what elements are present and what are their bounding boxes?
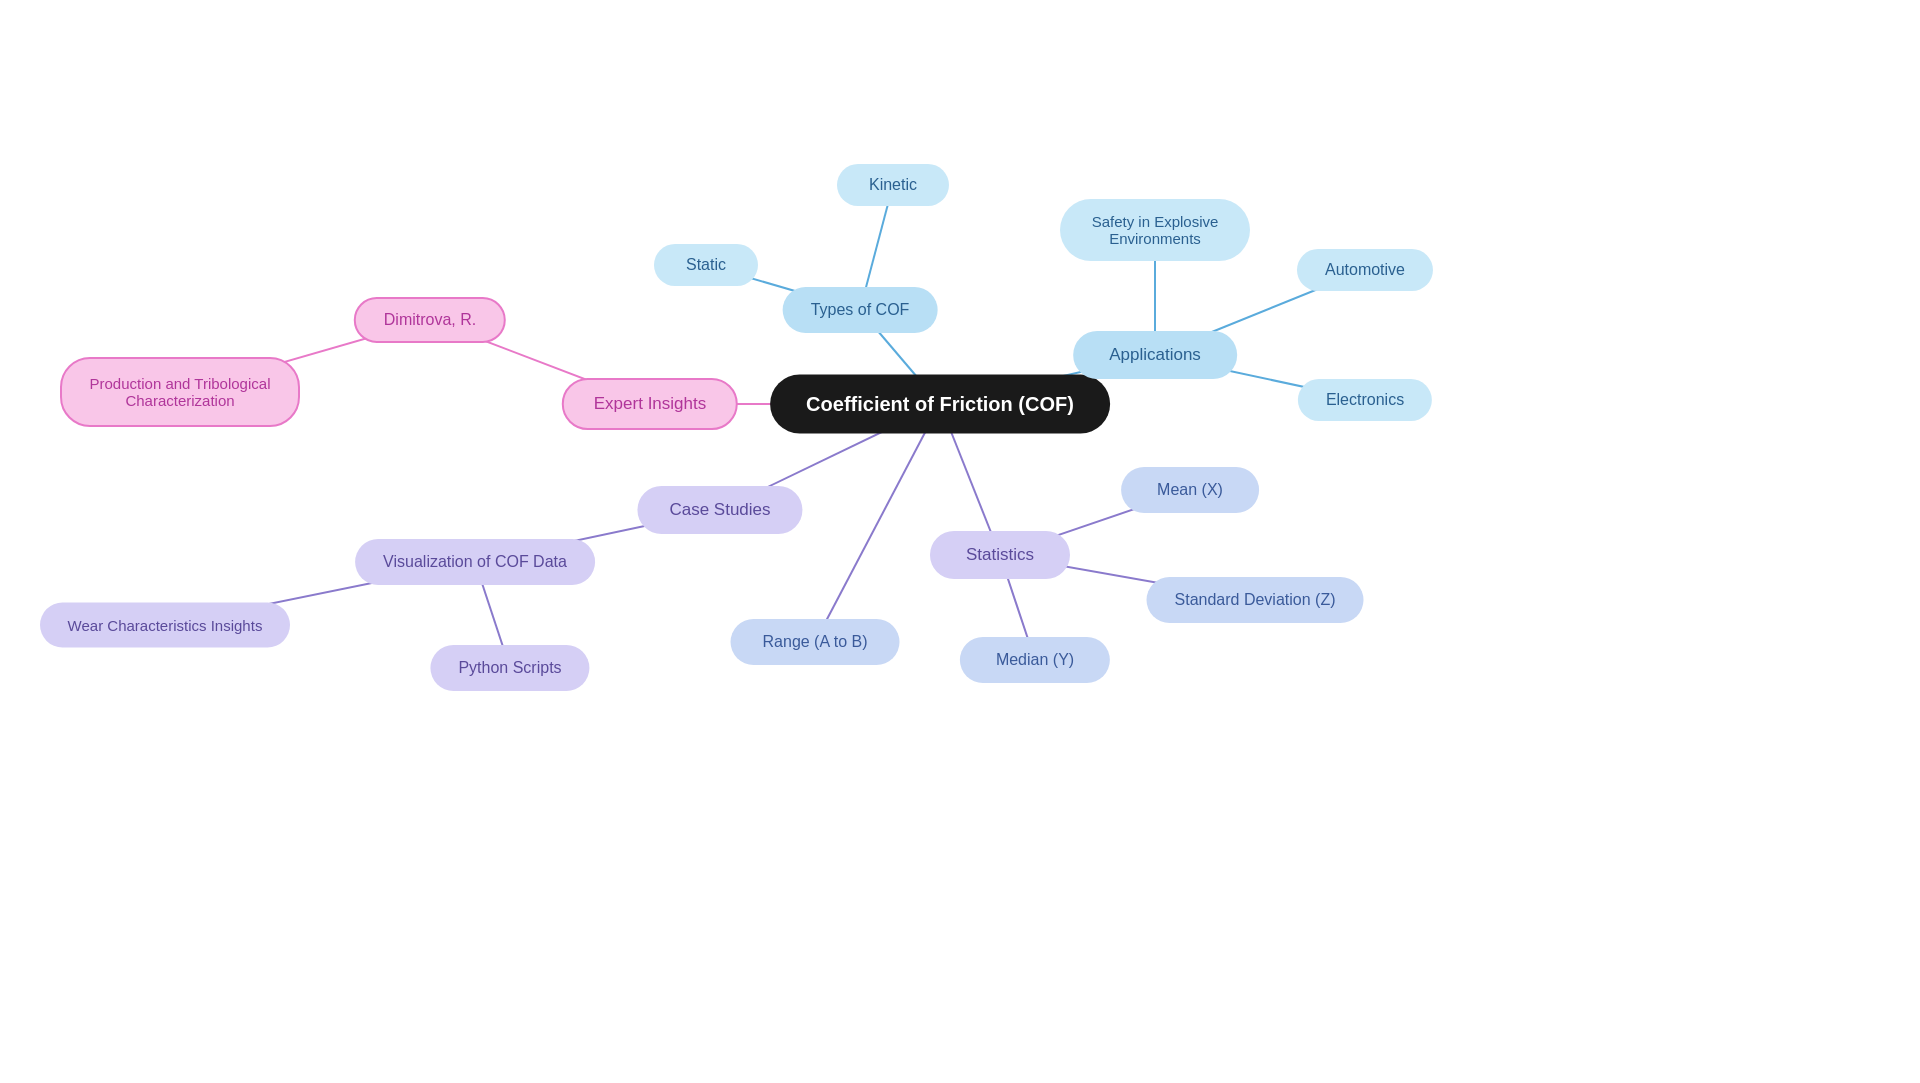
wear-char-node[interactable]: Wear Characteristics Insights (40, 603, 290, 648)
mean-node[interactable]: Mean (X) (1121, 467, 1259, 513)
automotive-node[interactable]: Automotive (1297, 249, 1433, 291)
dimitrova-node[interactable]: Dimitrova, R. (354, 297, 506, 343)
applications-node[interactable]: Applications (1073, 331, 1237, 379)
svg-line-18 (815, 404, 940, 642)
visualization-node[interactable]: Visualization of COF Data (355, 539, 595, 585)
kinetic-node[interactable]: Kinetic (837, 164, 949, 206)
safety-node[interactable]: Safety in Explosive Environments (1060, 199, 1250, 261)
case-studies-node[interactable]: Case Studies (637, 486, 802, 534)
center-node[interactable]: Coefficient of Friction (COF) (770, 375, 1110, 434)
std-dev-node[interactable]: Standard Deviation (Z) (1147, 577, 1364, 623)
expert-insights-node[interactable]: Expert Insights (562, 378, 738, 430)
median-node[interactable]: Median (Y) (960, 637, 1110, 683)
range-node[interactable]: Range (A to B) (731, 619, 900, 665)
prod-tribo-node[interactable]: Production and Tribological Characteriza… (60, 357, 300, 427)
python-scripts-node[interactable]: Python Scripts (430, 645, 589, 691)
static-node[interactable]: Static (654, 244, 758, 286)
electronics-node[interactable]: Electronics (1298, 379, 1432, 421)
statistics-node[interactable]: Statistics (930, 531, 1070, 579)
types-cof-node[interactable]: Types of COF (783, 287, 938, 333)
